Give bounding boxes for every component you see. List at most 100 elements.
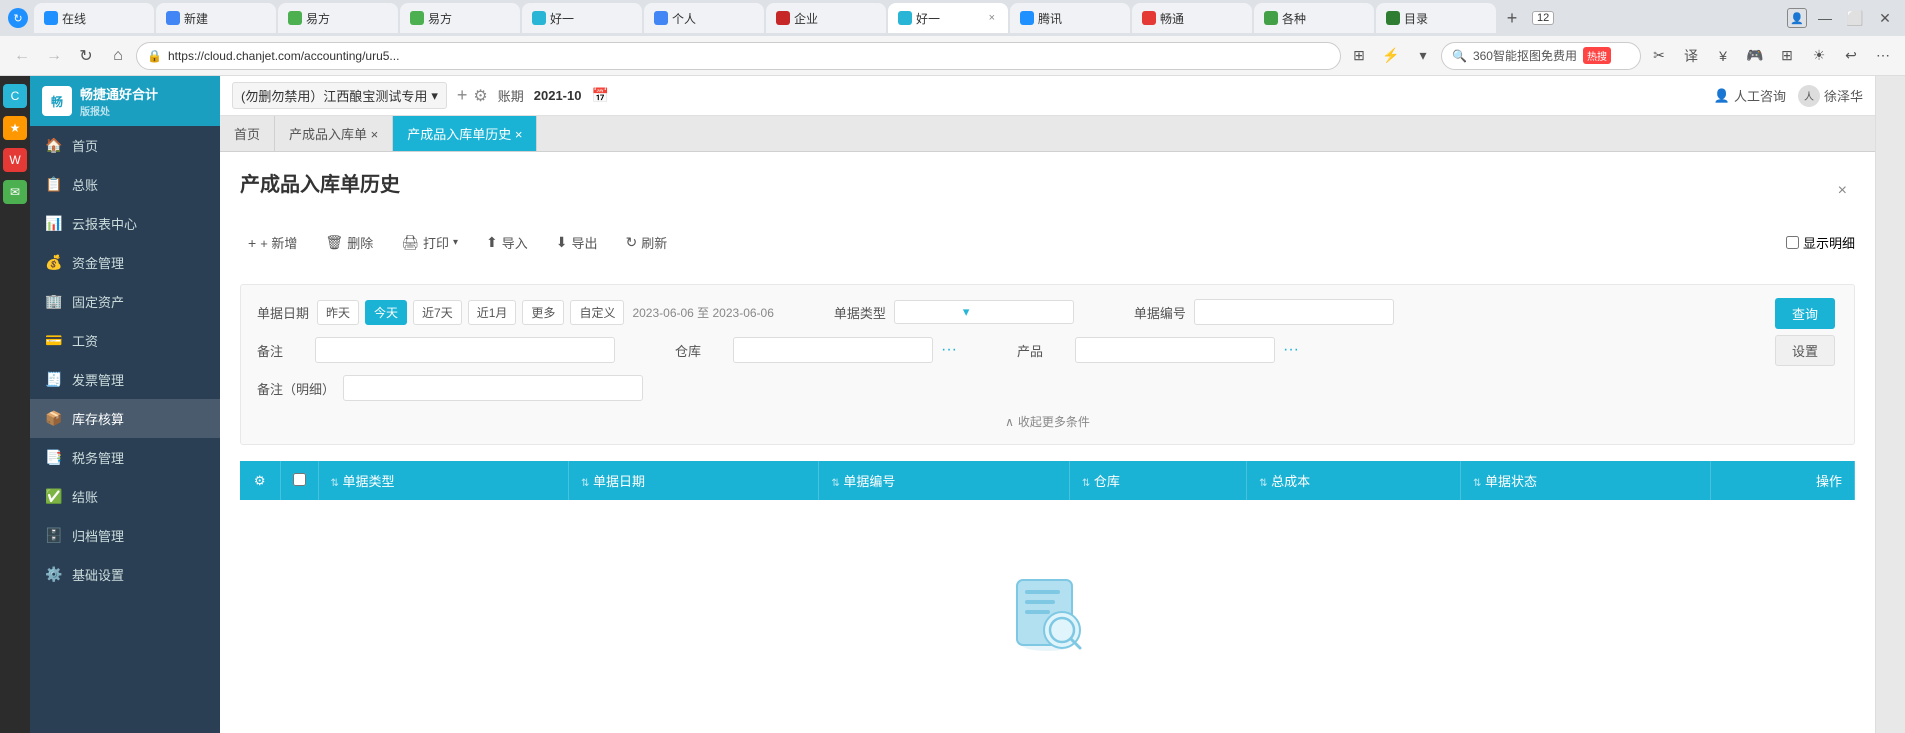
tab-inventory-history[interactable]: 产成品入库单历史 × xyxy=(393,116,537,151)
tab-3[interactable]: 易方 xyxy=(278,3,398,33)
tab-8-close[interactable]: × xyxy=(986,11,998,25)
currency-icon-btn[interactable]: ¥ xyxy=(1709,42,1737,70)
doc-type-select[interactable]: ▾ xyxy=(894,300,1074,324)
back-button[interactable]: ← xyxy=(8,42,36,70)
tab-11[interactable]: 各种 xyxy=(1254,3,1374,33)
add-button[interactable]: + xyxy=(457,85,468,106)
grid-icon-btn[interactable]: ⊞ xyxy=(1345,42,1373,70)
table-docdate-header[interactable]: ⇅ 单据日期 xyxy=(568,461,818,500)
collapse-btn[interactable]: ∧ 收起更多条件 xyxy=(1005,413,1090,430)
date-yesterday-btn[interactable]: 昨天 xyxy=(317,300,359,325)
warehouse-dots[interactable]: ··· xyxy=(941,341,957,359)
export-btn[interactable]: ⬇ 导出 xyxy=(548,229,606,256)
table-checkbox-header[interactable] xyxy=(280,461,318,500)
refresh-button[interactable]: ↻ xyxy=(72,42,100,70)
date-7days-btn[interactable]: 近7天 xyxy=(413,300,462,325)
tab-10[interactable]: 畅通 xyxy=(1132,3,1252,33)
select-all-checkbox[interactable] xyxy=(293,473,306,486)
doc-no-input[interactable] xyxy=(1194,299,1394,325)
sidebar-item-report[interactable]: 📊 云报表中心 xyxy=(30,204,220,243)
breadcrumb-home[interactable]: 首页 xyxy=(220,116,275,151)
sidebar-item-basic[interactable]: ⚙️ 基础设置 xyxy=(30,555,220,594)
icon-sidebar-weibo[interactable]: W xyxy=(3,148,27,172)
table-totalcost-header[interactable]: ⇅ 总成本 xyxy=(1247,461,1461,500)
date-more-btn[interactable]: 更多 xyxy=(522,300,564,325)
apps-icon-btn[interactable]: ⊞ xyxy=(1773,42,1801,70)
sidebar-item-home[interactable]: 🏠 首页 xyxy=(30,126,220,165)
product-dots[interactable]: ··· xyxy=(1283,341,1299,359)
doc-type-dropdown-icon: ▾ xyxy=(963,304,970,320)
forward-button[interactable]: → xyxy=(40,42,68,70)
import-btn[interactable]: ⬆ 导入 xyxy=(478,229,536,256)
sidebar-item-inventory[interactable]: 📦 库存核算 xyxy=(30,399,220,438)
date-filter-buttons: 昨天 今天 近7天 近1月 更多 自定义 xyxy=(317,300,624,325)
search-icon: 🔍 xyxy=(1452,49,1467,63)
tab-8-active[interactable]: 好一 × xyxy=(888,3,1008,33)
game-icon-btn[interactable]: 🎮 xyxy=(1741,42,1769,70)
warehouse-input[interactable] xyxy=(733,337,933,363)
tab-inventory-list[interactable]: 产成品入库单 × xyxy=(275,116,393,151)
sidebar-item-archive[interactable]: 🗄️ 归档管理 xyxy=(30,516,220,555)
table-doctype-header[interactable]: ⇅ 单据类型 xyxy=(318,461,568,500)
undo-icon-btn[interactable]: ↩ xyxy=(1837,42,1865,70)
sidebar-item-ledger[interactable]: 📋 总账 xyxy=(30,165,220,204)
sidebar-item-payroll[interactable]: 💳 工资 xyxy=(30,321,220,360)
tab-1[interactable]: 在线 xyxy=(34,3,154,33)
icon-sidebar-chanjet[interactable]: C xyxy=(3,84,27,108)
dropdown-arrow-btn[interactable]: ▾ xyxy=(1409,42,1437,70)
tab-5[interactable]: 好一 xyxy=(522,3,642,33)
table-gear-header[interactable]: ⚙ xyxy=(240,461,280,500)
address-bar[interactable]: 🔒 https://cloud.chanjet.com/accounting/u… xyxy=(136,42,1341,70)
icon-sidebar-mail[interactable]: ✉ xyxy=(3,180,27,204)
sort-docno-icon: ⇅ xyxy=(831,478,839,489)
tab-7[interactable]: 企业 xyxy=(766,3,886,33)
new-btn[interactable]: + + 新增 xyxy=(240,229,305,256)
search-bar-ext[interactable]: 🔍 360智能抠图免费用 热搜 xyxy=(1441,42,1641,70)
icon-sidebar-star[interactable]: ★ xyxy=(3,116,27,140)
sidebar-item-checkout[interactable]: ✅ 结账 xyxy=(30,477,220,516)
remark-detail-input[interactable] xyxy=(343,375,643,401)
maximize-button[interactable]: ⬜ xyxy=(1843,6,1867,30)
export-icon: ⬇ xyxy=(556,234,568,251)
translate-icon-btn[interactable]: 译 xyxy=(1677,42,1705,70)
minimize-button[interactable]: — xyxy=(1813,6,1837,30)
date-1month-btn[interactable]: 近1月 xyxy=(468,300,517,325)
home-button[interactable]: ⌂ xyxy=(104,42,132,70)
table-warehouse-header[interactable]: ⇅ 仓库 xyxy=(1069,461,1246,500)
page-close-button[interactable]: × xyxy=(1838,182,1847,200)
product-input[interactable] xyxy=(1075,337,1275,363)
user-info[interactable]: 人 徐泽华 xyxy=(1798,85,1863,107)
delete-btn[interactable]: 🗑 删除 xyxy=(317,229,381,256)
tab-6[interactable]: 个人 xyxy=(644,3,764,33)
tab-9[interactable]: 腾讯 xyxy=(1010,3,1130,33)
tab-counter[interactable]: 12 xyxy=(1532,11,1554,25)
more-icon-btn[interactable]: ⋯ xyxy=(1869,42,1897,70)
calendar-icon[interactable]: 📅 xyxy=(591,87,608,104)
settings-icon-btn[interactable]: ⚙ xyxy=(473,86,487,106)
lightning-icon-btn[interactable]: ⚡ xyxy=(1377,42,1405,70)
print-btn[interactable]: 🖨 打印 xyxy=(393,229,466,256)
profile-icon[interactable]: 👤 xyxy=(1787,8,1807,28)
tab-2[interactable]: 新建 xyxy=(156,3,276,33)
settings-button[interactable]: 设置 xyxy=(1775,335,1835,366)
close-button[interactable]: ✕ xyxy=(1873,6,1897,30)
table-docstatus-header[interactable]: ⇅ 单据状态 xyxy=(1460,461,1710,500)
company-selector[interactable]: (勿删勿禁用）江西酿宝测试专用 ▾ xyxy=(232,82,447,109)
sidebar-item-funds[interactable]: 💰 资金管理 xyxy=(30,243,220,282)
tab-4[interactable]: 易方 xyxy=(400,3,520,33)
ai-service-btn[interactable]: 👤 人工咨询 xyxy=(1714,86,1786,105)
new-tab-button[interactable]: + xyxy=(1498,4,1526,32)
sidebar-item-invoice[interactable]: 🧾 发票管理 xyxy=(30,360,220,399)
scissors-icon-btn[interactable]: ✂ xyxy=(1645,42,1673,70)
tab-12[interactable]: 目录 xyxy=(1376,3,1496,33)
refresh-btn[interactable]: ↻ 刷新 xyxy=(618,229,676,256)
sidebar-item-assets[interactable]: 🏢 固定资产 xyxy=(30,282,220,321)
date-today-btn[interactable]: 今天 xyxy=(365,300,407,325)
date-custom-btn[interactable]: 自定义 xyxy=(570,300,624,325)
table-docno-header[interactable]: ⇅ 单据编号 xyxy=(819,461,1069,500)
display-checkbox[interactable] xyxy=(1786,236,1799,249)
theme-icon-btn[interactable]: ☀ xyxy=(1805,42,1833,70)
remark-input[interactable] xyxy=(315,337,615,363)
query-button[interactable]: 查询 xyxy=(1775,298,1835,329)
sidebar-item-tax[interactable]: 📑 税务管理 xyxy=(30,438,220,477)
